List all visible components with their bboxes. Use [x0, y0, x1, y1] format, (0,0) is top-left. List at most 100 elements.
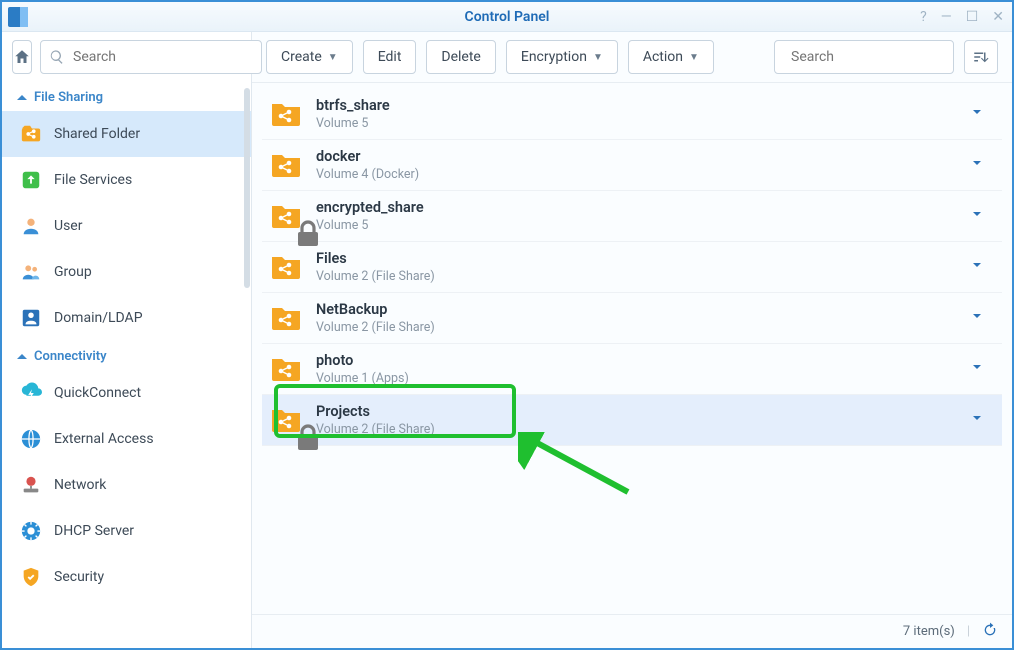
- share-folder-icon: [270, 304, 302, 332]
- titlebar: Control Panel ? — ☐ ✕: [2, 2, 1012, 32]
- maximize-button[interactable]: ☐: [966, 9, 979, 25]
- nav-label: User: [54, 218, 82, 234]
- nav-label: File Services: [54, 172, 132, 188]
- share-folder-icon: [270, 151, 302, 179]
- statusbar: 7 item(s) |: [252, 614, 1012, 648]
- expand-chevron[interactable]: [960, 360, 994, 378]
- nav-label: External Access: [54, 431, 154, 447]
- app-window: Control Panel ? — ☐ ✕ File Sh: [0, 0, 1014, 650]
- quickconnect-icon: [20, 382, 42, 404]
- folder-share-icon: [20, 123, 42, 145]
- help-button[interactable]: ?: [920, 9, 927, 25]
- folder-row[interactable]: encrypted_share Volume 5: [262, 191, 1002, 242]
- folder-name: photo: [316, 352, 960, 369]
- sidebar-item-security[interactable]: Security: [2, 554, 251, 600]
- share-folder-icon: [270, 100, 302, 128]
- search-icon: [49, 49, 65, 65]
- create-button[interactable]: Create▼: [266, 40, 353, 74]
- sidebar-item-network[interactable]: Network: [2, 462, 251, 508]
- filter-search-input[interactable]: [789, 48, 971, 66]
- sidebar-item-group[interactable]: Group: [2, 249, 251, 295]
- refresh-button[interactable]: [982, 622, 998, 642]
- folder-sub: Volume 1 (Apps): [316, 371, 960, 386]
- sidebar-item-file-services[interactable]: File Services: [2, 157, 251, 203]
- folder-row[interactable]: Files Volume 2 (File Share): [262, 242, 1002, 293]
- close-button[interactable]: ✕: [992, 9, 1004, 25]
- sidebar-item-domain-ldap[interactable]: Domain/LDAP: [2, 295, 251, 341]
- item-count: 7 item(s): [903, 624, 955, 639]
- sidebar-item-quickconnect[interactable]: QuickConnect: [2, 370, 251, 416]
- nav-label: Security: [54, 569, 104, 585]
- window-controls: ? — ☐ ✕: [920, 2, 1004, 32]
- delete-button[interactable]: Delete: [426, 40, 495, 74]
- share-folder-icon: [270, 253, 302, 281]
- folder-row[interactable]: photo Volume 1 (Apps): [262, 344, 1002, 395]
- caret-down-icon: ▼: [593, 52, 603, 63]
- lock-icon: [292, 220, 306, 234]
- folder-row[interactable]: NetBackup Volume 2 (File Share): [262, 293, 1002, 344]
- caret-down-icon: ▼: [328, 52, 338, 63]
- chevron-up-icon: [16, 92, 28, 104]
- sidebar-item-external-access[interactable]: External Access: [2, 416, 251, 462]
- main-panel: Create▼ Edit Delete Encryption▼ Action▼ …: [252, 32, 1012, 648]
- folder-row[interactable]: ProjectsVolume 2 (File Share): [262, 395, 1002, 446]
- expand-chevron[interactable]: [960, 156, 994, 174]
- sort-settings-button[interactable]: [964, 40, 998, 74]
- chevron-up-icon: [16, 351, 28, 363]
- nav-label: DHCP Server: [54, 523, 134, 539]
- folder-sub: Volume 5: [316, 218, 960, 233]
- sidebar-item-shared-folder[interactable]: Shared Folder: [2, 111, 251, 157]
- folder-list: btrfs_share Volume 5 docker Volume 4 (Docke…: [252, 83, 1012, 614]
- section-file-sharing[interactable]: File Sharing: [2, 82, 251, 111]
- expand-chevron[interactable]: [960, 309, 994, 327]
- window-title: Control Panel: [2, 9, 1012, 25]
- nav-label: Shared Folder: [54, 126, 140, 142]
- folder-sub: Volume 4 (Docker): [316, 167, 960, 182]
- section-connectivity[interactable]: Connectivity: [2, 341, 251, 370]
- sidebar-item-user[interactable]: User: [2, 203, 251, 249]
- scrollbar-thumb[interactable]: [244, 88, 250, 288]
- folder-name: NetBackup: [316, 301, 960, 318]
- expand-chevron[interactable]: [960, 105, 994, 123]
- refresh-icon: [982, 622, 998, 638]
- folder-name: docker: [316, 148, 960, 165]
- share-folder-icon: [270, 355, 302, 383]
- sidebar-search[interactable]: [40, 40, 262, 74]
- toolbar: Create▼ Edit Delete Encryption▼ Action▼: [252, 32, 1012, 83]
- encryption-button[interactable]: Encryption▼: [506, 40, 618, 74]
- share-folder-icon: [270, 406, 302, 434]
- home-button[interactable]: [12, 40, 32, 74]
- file-services-icon: [20, 169, 42, 191]
- folder-row[interactable]: docker Volume 4 (Docker): [262, 140, 1002, 191]
- expand-chevron[interactable]: [960, 258, 994, 276]
- expand-chevron[interactable]: [960, 207, 994, 225]
- section-label: File Sharing: [34, 90, 103, 105]
- globe-icon: [20, 428, 42, 450]
- folder-name: btrfs_share: [316, 97, 960, 114]
- sidebar-item-dhcp[interactable]: DHCP Server: [2, 508, 251, 554]
- sort-icon: [972, 48, 990, 66]
- app-icon: [8, 7, 28, 27]
- nav-label: QuickConnect: [54, 385, 141, 401]
- home-icon: [13, 48, 31, 66]
- folder-sub: Volume 2 (File Share): [316, 269, 960, 284]
- folder-sub: Volume 2 (File Share): [316, 320, 960, 335]
- folder-sub: Volume 5: [316, 116, 960, 131]
- sidebar: File Sharing Shared Folder File Services: [2, 32, 252, 648]
- lock-icon: [292, 424, 306, 438]
- share-folder-icon: [270, 202, 302, 230]
- action-button[interactable]: Action▼: [628, 40, 714, 74]
- folder-name: encrypted_share: [316, 199, 960, 216]
- edit-button[interactable]: Edit: [363, 40, 417, 74]
- nav-label: Group: [54, 264, 92, 280]
- minimize-button[interactable]: —: [941, 9, 952, 25]
- folder-row[interactable]: btrfs_share Volume 5: [262, 89, 1002, 140]
- expand-chevron[interactable]: [960, 411, 994, 429]
- network-icon: [20, 474, 42, 496]
- sidebar-search-input[interactable]: [71, 48, 253, 66]
- folder-name: Files: [316, 250, 960, 267]
- sidebar-scrollbar[interactable]: [243, 88, 251, 648]
- shield-icon: [20, 566, 42, 588]
- filter-search[interactable]: [774, 40, 954, 74]
- nav-label: Domain/LDAP: [54, 310, 143, 326]
